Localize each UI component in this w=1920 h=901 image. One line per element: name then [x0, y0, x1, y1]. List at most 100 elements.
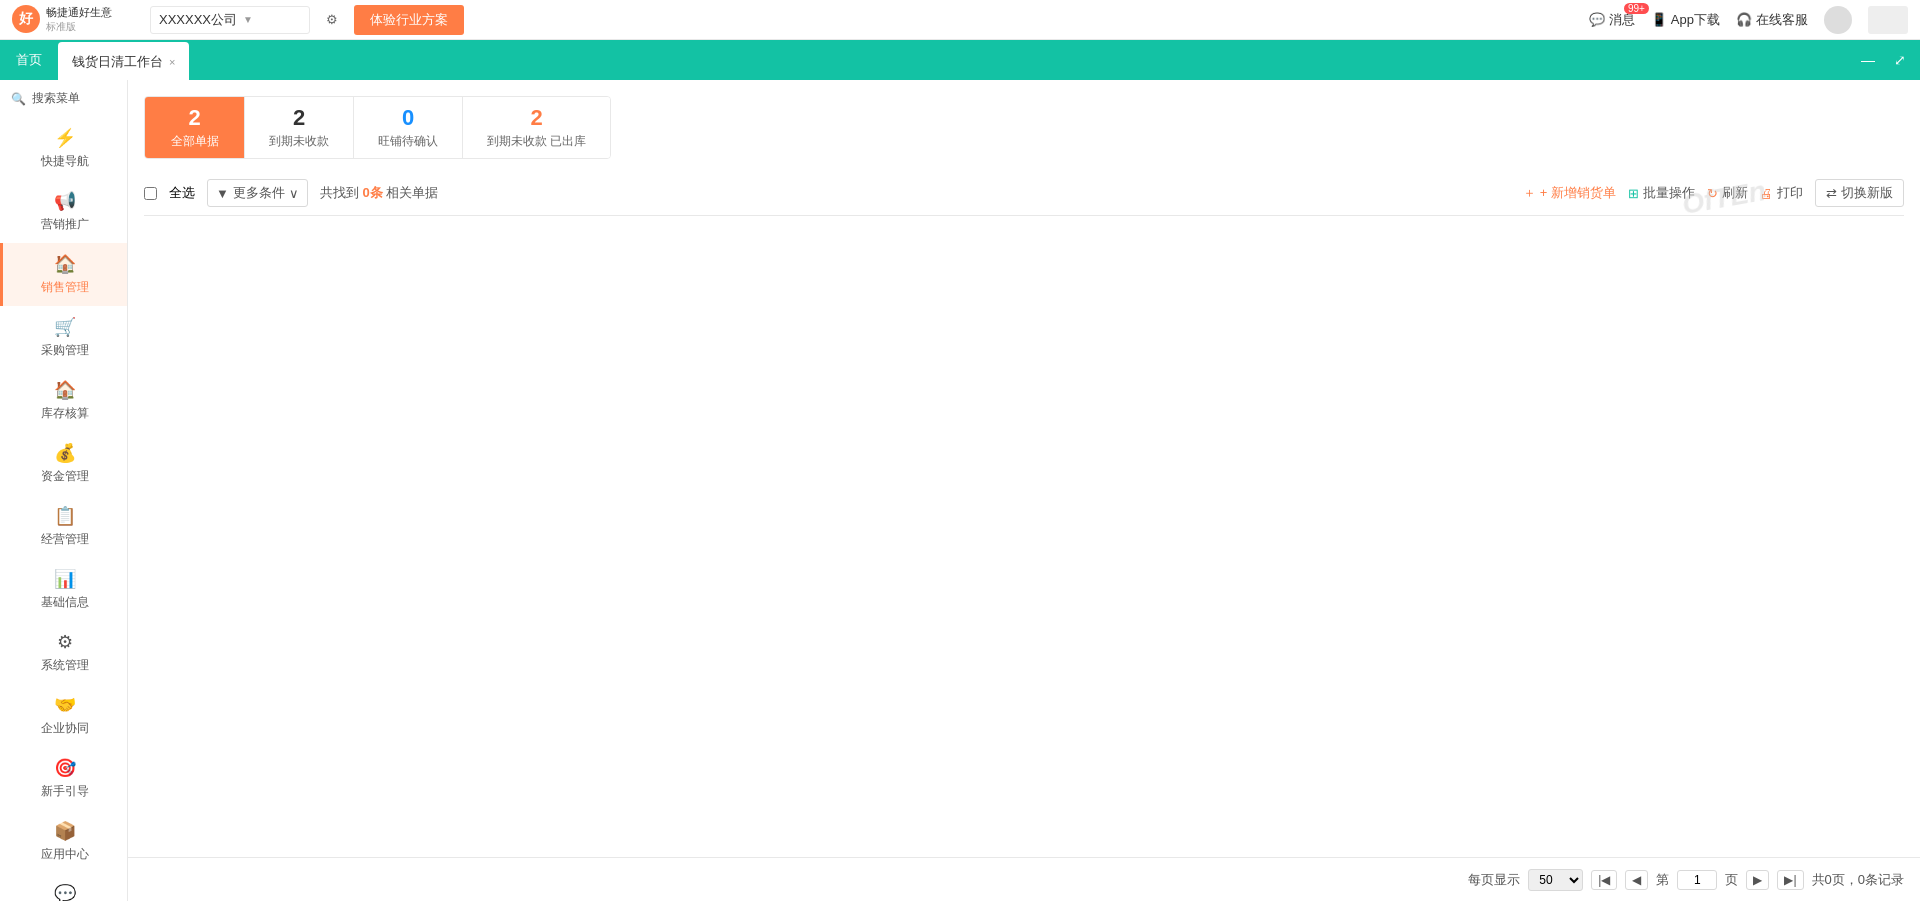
- sidebar: 🔍 搜索菜单 ⚡ 快捷导航 📢 营销推广 🏠 销售管理 🛒 采购管理 🏠 库存核…: [0, 80, 128, 901]
- stat-num-shipped: 2: [487, 105, 586, 131]
- apps-icon: 📦: [54, 820, 76, 842]
- message-badge: 99+: [1624, 3, 1649, 14]
- filter-button[interactable]: ▼ 更多条件 ∨: [207, 179, 308, 207]
- switch-icon: ⇄: [1826, 186, 1837, 201]
- settings-button[interactable]: ⚙: [318, 6, 346, 34]
- switch-label: 切换新版: [1841, 184, 1893, 202]
- batch-label: 批量操作: [1643, 184, 1695, 202]
- company-selector[interactable]: XXXXXX公司 ▼: [150, 6, 310, 34]
- expand-icon: ⤢: [1894, 52, 1906, 68]
- page-size-select[interactable]: 50 10 20 100: [1528, 869, 1583, 891]
- headset-icon: 🎧: [1736, 12, 1752, 27]
- next-page-button[interactable]: ▶: [1746, 870, 1769, 890]
- handshake-icon: 🤝: [54, 694, 76, 716]
- stat-tab-pending[interactable]: 0 旺铺待确认: [354, 97, 463, 158]
- sidebar-item-wechat[interactable]: 💬 企业微信: [0, 873, 127, 901]
- app-version: 标准版: [46, 20, 112, 34]
- last-page-button[interactable]: ▶|: [1777, 870, 1803, 890]
- online-service-button[interactable]: 🎧 在线客服: [1736, 11, 1808, 29]
- sidebar-item-guide[interactable]: 🎯 新手引导: [0, 747, 127, 810]
- toolbar-right: ＋ + 新增销货单 ⊞ 批量操作 ↻ 刷新 🖨 打印: [1523, 179, 1904, 207]
- sidebar-item-basic-info[interactable]: 📊 基础信息: [0, 558, 127, 621]
- stat-tab-all[interactable]: 2 全部单据: [145, 97, 245, 158]
- page-label: 第: [1656, 871, 1669, 889]
- megaphone-icon: 📢: [54, 190, 76, 212]
- message-button[interactable]: 💬 消息 99+: [1589, 11, 1635, 29]
- pagination-bar: 每页显示 50 10 20 100 |◀ ◀ 第 页 ▶ ▶| 共0页，0条记录: [128, 857, 1920, 901]
- tab-home[interactable]: 首页: [0, 40, 58, 80]
- sidebar-item-label: 营销推广: [41, 216, 89, 233]
- content-inner: 2 全部单据 2 到期未收款 0 旺铺待确认 2 到期未收款 已出库: [128, 80, 1920, 857]
- add-sale-order-button[interactable]: ＋ + 新增销货单: [1523, 184, 1616, 202]
- sidebar-item-app-center[interactable]: 📦 应用中心: [0, 810, 127, 873]
- first-page-button[interactable]: |◀: [1591, 870, 1617, 890]
- sidebar-item-label: 资金管理: [41, 468, 89, 485]
- toolbar: 全选 ▼ 更多条件 ∨ 共找到 0条 相关单据 ＋ + 新增销货单: [144, 171, 1904, 216]
- user-menu[interactable]: [1868, 6, 1908, 34]
- add-icon: ＋: [1523, 184, 1536, 202]
- app-download-button[interactable]: 📱 App下载: [1651, 11, 1720, 29]
- sidebar-item-inventory[interactable]: 🏠 库存核算: [0, 369, 127, 432]
- print-icon: 🖨: [1760, 186, 1773, 201]
- sidebar-item-operations[interactable]: 📋 经营管理: [0, 495, 127, 558]
- content-area: 2 全部单据 2 到期未收款 0 旺铺待确认 2 到期未收款 已出库: [128, 80, 1920, 901]
- clipboard-icon: 📋: [54, 505, 76, 527]
- sidebar-item-label: 新手引导: [41, 783, 89, 800]
- online-service-label: 在线客服: [1756, 11, 1808, 29]
- batch-operation-button[interactable]: ⊞ 批量操作: [1628, 184, 1695, 202]
- stat-label-all: 全部单据: [169, 133, 220, 150]
- print-label: 打印: [1777, 184, 1803, 202]
- sidebar-item-quick-nav[interactable]: ⚡ 快捷导航: [0, 117, 127, 180]
- lightning-icon: ⚡: [54, 127, 76, 149]
- sidebar-item-finance[interactable]: 💰 资金管理: [0, 432, 127, 495]
- industry-button[interactable]: 体验行业方案: [354, 5, 464, 35]
- filter-icon: ▼: [216, 186, 229, 201]
- refresh-label: 刷新: [1722, 184, 1748, 202]
- mobile-icon: 📱: [1651, 12, 1667, 27]
- switch-version-button[interactable]: ⇄ 切换新版: [1815, 179, 1904, 207]
- sidebar-search[interactable]: 🔍 搜索菜单: [0, 80, 127, 117]
- page-suffix: 页: [1725, 871, 1738, 889]
- sidebar-item-label: 基础信息: [41, 594, 89, 611]
- sidebar-item-sales[interactable]: 🏠 销售管理: [0, 243, 127, 306]
- prev-page-button[interactable]: ◀: [1625, 870, 1648, 890]
- tab-minimize-button[interactable]: —: [1856, 48, 1880, 72]
- sidebar-item-marketing[interactable]: 📢 营销推广: [0, 180, 127, 243]
- tab-current[interactable]: 钱货日清工作台 ×: [58, 42, 189, 82]
- sidebar-item-label: 系统管理: [41, 657, 89, 674]
- guide-icon: 🎯: [54, 757, 76, 779]
- stat-tab-overdue[interactable]: 2 到期未收款: [245, 97, 354, 158]
- database-icon: 📊: [54, 568, 76, 590]
- tab-maximize-button[interactable]: ⤢: [1888, 48, 1912, 72]
- top-header: 好 畅捷通好生意 标准版 XXXXXX公司 ▼ ⚙ 体验行业方案 💬 消息 99…: [0, 0, 1920, 40]
- stat-label-overdue: 到期未收款: [269, 133, 329, 150]
- cart-icon: 🛒: [54, 316, 76, 338]
- stat-tab-shipped[interactable]: 2 到期未收款 已出库: [463, 97, 610, 158]
- search-label: 搜索菜单: [32, 90, 80, 107]
- gear-icon: ⚙: [326, 12, 338, 27]
- search-icon: 🔍: [11, 92, 26, 106]
- logo-icon: 好: [12, 5, 40, 33]
- stat-num-overdue: 2: [269, 105, 329, 131]
- page-number-input[interactable]: [1677, 870, 1717, 890]
- shop-icon: 🏠: [54, 253, 76, 275]
- sidebar-item-system[interactable]: ⚙ 系统管理: [0, 621, 127, 684]
- refresh-icon: ↻: [1707, 186, 1718, 201]
- tab-close-icon[interactable]: ×: [169, 56, 175, 68]
- total-info: 共0页，0条记录: [1812, 871, 1904, 889]
- refresh-button[interactable]: ↻ 刷新: [1707, 184, 1748, 202]
- print-button[interactable]: 🖨 打印: [1760, 184, 1803, 202]
- stat-num-pending: 0: [378, 105, 438, 131]
- filter-label: 更多条件: [233, 184, 285, 202]
- tab-actions: — ⤢: [1856, 48, 1920, 72]
- select-all-checkbox[interactable]: [144, 187, 157, 200]
- sidebar-item-cooperation[interactable]: 🤝 企业协同: [0, 684, 127, 747]
- sidebar-item-purchase[interactable]: 🛒 采购管理: [0, 306, 127, 369]
- avatar[interactable]: [1824, 6, 1852, 34]
- wechat-icon: 💬: [54, 883, 76, 901]
- app-download-label: App下载: [1671, 11, 1720, 29]
- stat-label-shipped: 到期未收款 已出库: [487, 133, 586, 150]
- main-layout: 🔍 搜索菜单 ⚡ 快捷导航 📢 营销推广 🏠 销售管理 🛒 采购管理 🏠 库存核…: [0, 80, 1920, 901]
- found-suffix: 相关单据: [386, 185, 438, 200]
- sidebar-item-label: 采购管理: [41, 342, 89, 359]
